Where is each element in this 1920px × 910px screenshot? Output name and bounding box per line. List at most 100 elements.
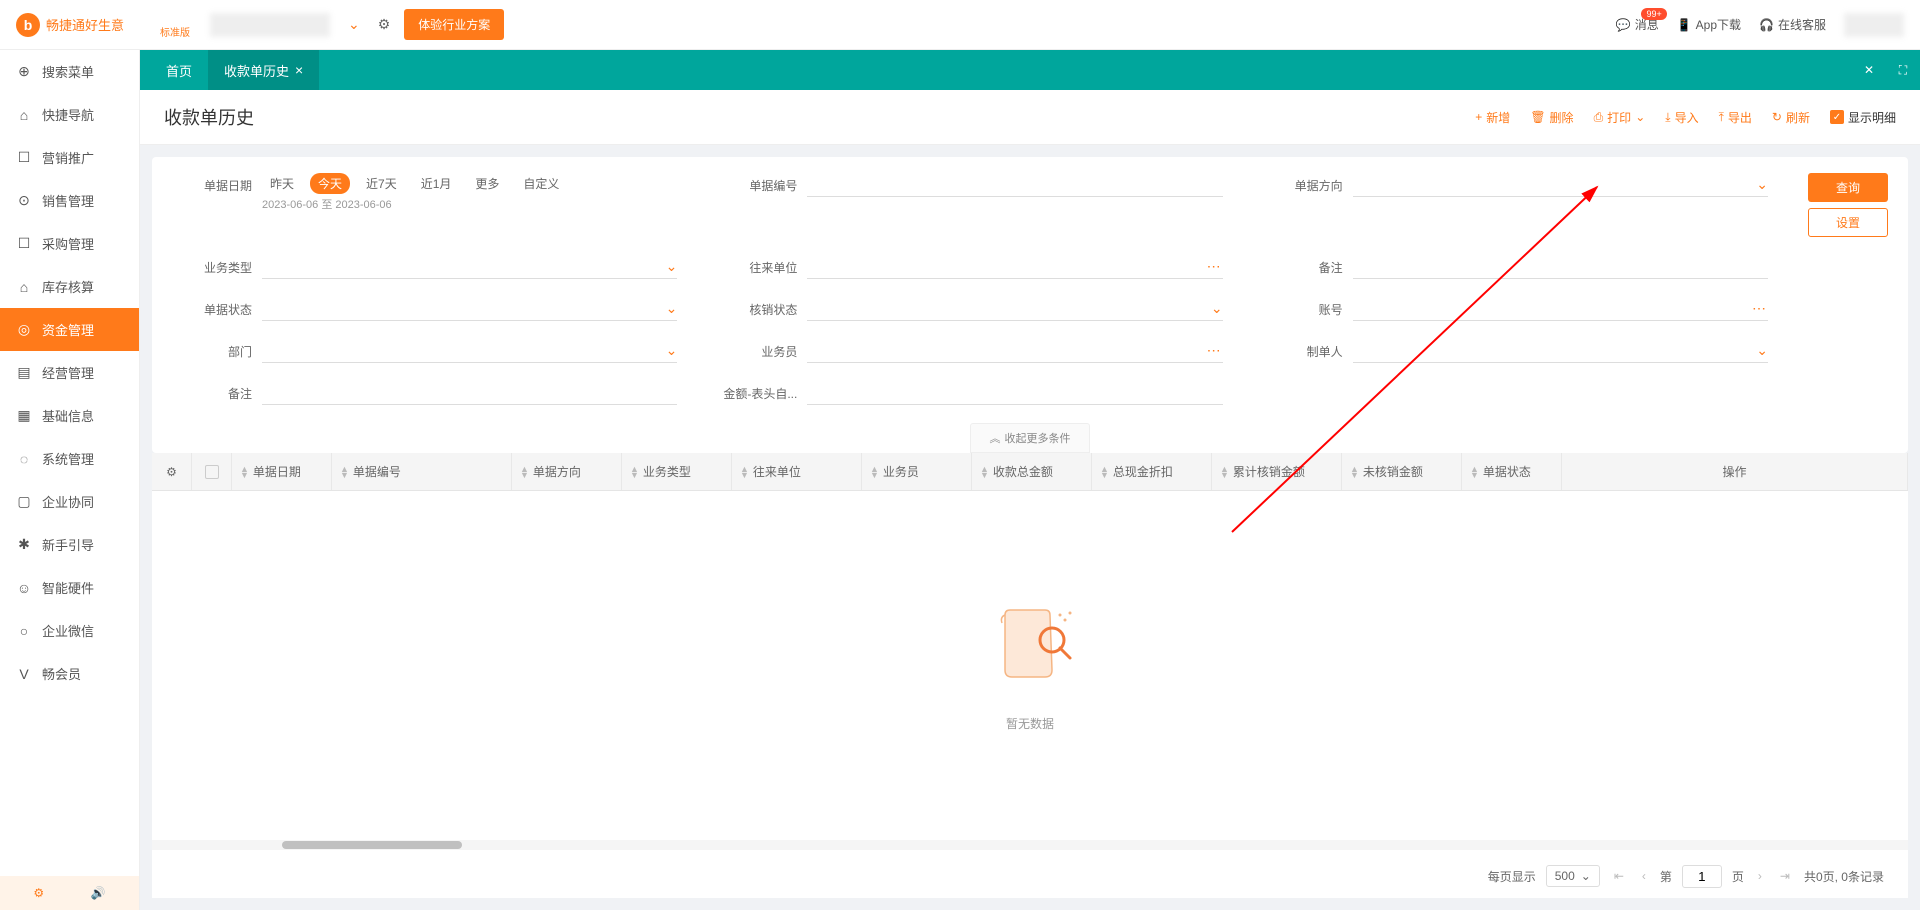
gear-icon[interactable]: ⚙ xyxy=(378,16,391,33)
amount-input[interactable] xyxy=(807,381,1222,405)
sidebar-item-quicknav[interactable]: ⌂快捷导航 xyxy=(0,93,139,136)
company-name-blurred xyxy=(210,13,330,37)
th-status[interactable]: ▲▼单据状态 xyxy=(1462,453,1562,490)
chevron-down-icon[interactable]: ⌄ xyxy=(348,16,360,33)
th-date[interactable]: ▲▼单据日期 xyxy=(232,453,332,490)
date-quick-7d[interactable]: 近7天 xyxy=(358,173,405,194)
remark-input[interactable] xyxy=(262,381,677,405)
th-label: 业务类型 xyxy=(643,463,691,480)
sidebar-item-sales[interactable]: ⊙销售管理 xyxy=(0,179,139,222)
partner-input[interactable]: ⋯ xyxy=(807,255,1222,279)
th-clerk[interactable]: ▲▼业务员 xyxy=(862,453,972,490)
sidebar-item-label: 资金管理 xyxy=(42,320,94,339)
select-all-checkbox[interactable] xyxy=(192,453,232,490)
messages-button[interactable]: 💬 消息 99+ xyxy=(1616,16,1659,33)
prev-page-button[interactable]: ‹ xyxy=(1638,869,1650,883)
sidebar-item-hardware[interactable]: ☺智能硬件 xyxy=(0,566,139,609)
print-button[interactable]: ⎙打印⌄ xyxy=(1594,109,1646,126)
th-verified[interactable]: ▲▼累计核销金额 xyxy=(1212,453,1342,490)
table-settings-button[interactable]: ⚙ xyxy=(152,453,192,490)
action-label: 新增 xyxy=(1486,109,1510,126)
close-tab-button[interactable]: ✕ xyxy=(1852,50,1886,90)
print-icon: ⎙ xyxy=(1594,110,1604,125)
dept-select[interactable]: ⌄ xyxy=(262,339,677,363)
refresh-button[interactable]: ↻刷新 xyxy=(1772,109,1810,126)
page-input[interactable] xyxy=(1682,865,1722,888)
sort-icon: ▲▼ xyxy=(240,466,249,478)
sidebar-item-member[interactable]: V畅会员 xyxy=(0,652,139,695)
sidebar-item-system[interactable]: ◌系统管理 xyxy=(0,437,139,480)
th-biztype[interactable]: ▲▼业务类型 xyxy=(622,453,732,490)
plus-icon: + xyxy=(1475,110,1482,124)
query-button[interactable]: 查询 xyxy=(1808,173,1888,202)
collapse-filters-button[interactable]: ︽ 收起更多条件 xyxy=(970,423,1090,453)
import-button[interactable]: ⤓导入 xyxy=(1665,109,1698,126)
online-service-button[interactable]: 🎧 在线客服 xyxy=(1759,16,1826,33)
pagination: 每页显示 500 ⌄ ⇤ ‹ 第 页 › ⇥ 共0页, 0条记录 xyxy=(152,854,1908,898)
remark-hdr-input[interactable] xyxy=(1353,255,1768,279)
delete-button[interactable]: 🗑删除 xyxy=(1530,109,1573,126)
sidebar: ⊕搜索菜单 ⌂快捷导航 ☐营销推广 ⊙销售管理 ☐采购管理 ⌂库存核算 ◎资金管… xyxy=(0,50,140,910)
sidebar-item-label: 搜索菜单 xyxy=(42,62,94,81)
fullscreen-button[interactable]: ⛶ xyxy=(1886,50,1920,90)
next-page-button[interactable]: › xyxy=(1754,869,1766,883)
sidebar-item-wechat[interactable]: ○企业微信 xyxy=(0,609,139,652)
settings-button[interactable]: 设置 xyxy=(1808,208,1888,237)
status-select[interactable]: ⌄ xyxy=(262,297,677,321)
th-label: 单据编号 xyxy=(353,463,401,480)
tab-receipt-history[interactable]: 收款单历史 × xyxy=(208,50,319,90)
new-button[interactable]: + 新增 xyxy=(1475,109,1510,126)
scrollbar-thumb[interactable] xyxy=(282,841,462,849)
th-partner[interactable]: ▲▼往来单位 xyxy=(732,453,862,490)
phone-icon: 📱 xyxy=(1677,18,1692,32)
clerk-input[interactable]: ⋯ xyxy=(807,339,1222,363)
sidebar-item-basic[interactable]: ▦基础信息 xyxy=(0,394,139,437)
sidebar-item-operations[interactable]: ▤经营管理 xyxy=(0,351,139,394)
settings-icon[interactable]: ⚙ xyxy=(33,886,44,900)
experience-button[interactable]: 体验行业方案 xyxy=(404,9,504,40)
date-quick-1m[interactable]: 近1月 xyxy=(413,173,460,194)
sidebar-item-inventory[interactable]: ⌂库存核算 xyxy=(0,265,139,308)
date-quick-yesterday[interactable]: 昨天 xyxy=(262,173,302,194)
last-page-button[interactable]: ⇥ xyxy=(1776,869,1794,883)
th-unverified[interactable]: ▲▼未核销金额 xyxy=(1342,453,1462,490)
horizontal-scrollbar[interactable] xyxy=(152,840,1908,850)
sidebar-item-finance[interactable]: ◎资金管理 xyxy=(0,308,139,351)
biztype-select[interactable]: ⌄ xyxy=(262,255,677,279)
th-discount[interactable]: ▲▼总现金折扣 xyxy=(1092,453,1212,490)
tab-home[interactable]: 首页 xyxy=(150,50,208,90)
sidebar-item-marketing[interactable]: ☐营销推广 xyxy=(0,136,139,179)
account-input[interactable]: ⋯ xyxy=(1353,297,1768,321)
date-range-text: 2023-06-06 至 2023-06-06 xyxy=(262,196,677,212)
date-quick-today[interactable]: 今天 xyxy=(310,173,350,194)
chevron-down-icon: ⌄ xyxy=(1635,110,1645,124)
docno-input[interactable] xyxy=(807,173,1222,197)
show-detail-checkbox[interactable]: ✓显示明细 xyxy=(1830,109,1896,126)
table-body-empty: 暂无数据 xyxy=(152,491,1908,836)
sidebar-item-enterprise[interactable]: ▢企业协同 xyxy=(0,480,139,523)
direction-select[interactable]: ⌄ xyxy=(1353,173,1768,197)
th-direction[interactable]: ▲▼单据方向 xyxy=(512,453,622,490)
first-page-button[interactable]: ⇤ xyxy=(1610,869,1628,883)
export-icon: ⤒ xyxy=(1719,110,1724,125)
date-quick-more[interactable]: 更多 xyxy=(467,173,507,194)
close-icon[interactable]: × xyxy=(295,62,303,78)
more-icon: ⋯ xyxy=(1752,300,1768,317)
sound-icon[interactable]: 🔊 xyxy=(91,886,106,900)
app-download-button[interactable]: 📱 App下载 xyxy=(1677,16,1741,33)
action-label: 导入 xyxy=(1675,109,1699,126)
th-docno[interactable]: ▲▼单据编号 xyxy=(332,453,512,490)
creator-select[interactable]: ⌄ xyxy=(1353,339,1768,363)
user-avatar-blurred[interactable] xyxy=(1844,13,1904,37)
export-button[interactable]: ⤒导出 xyxy=(1719,109,1752,126)
sidebar-item-search[interactable]: ⊕搜索菜单 xyxy=(0,50,139,93)
verify-select[interactable]: ⌄ xyxy=(807,297,1222,321)
online-service-label: 在线客服 xyxy=(1778,16,1826,33)
th-label: 累计核销金额 xyxy=(1233,463,1305,480)
per-page-select[interactable]: 500 ⌄ xyxy=(1546,865,1600,887)
sidebar-item-purchase[interactable]: ☐采购管理 xyxy=(0,222,139,265)
sidebar-item-label: 企业协同 xyxy=(42,492,94,511)
th-total[interactable]: ▲▼收款总金额 xyxy=(972,453,1092,490)
sidebar-item-guide[interactable]: ✱新手引导 xyxy=(0,523,139,566)
date-quick-custom[interactable]: 自定义 xyxy=(515,173,567,194)
